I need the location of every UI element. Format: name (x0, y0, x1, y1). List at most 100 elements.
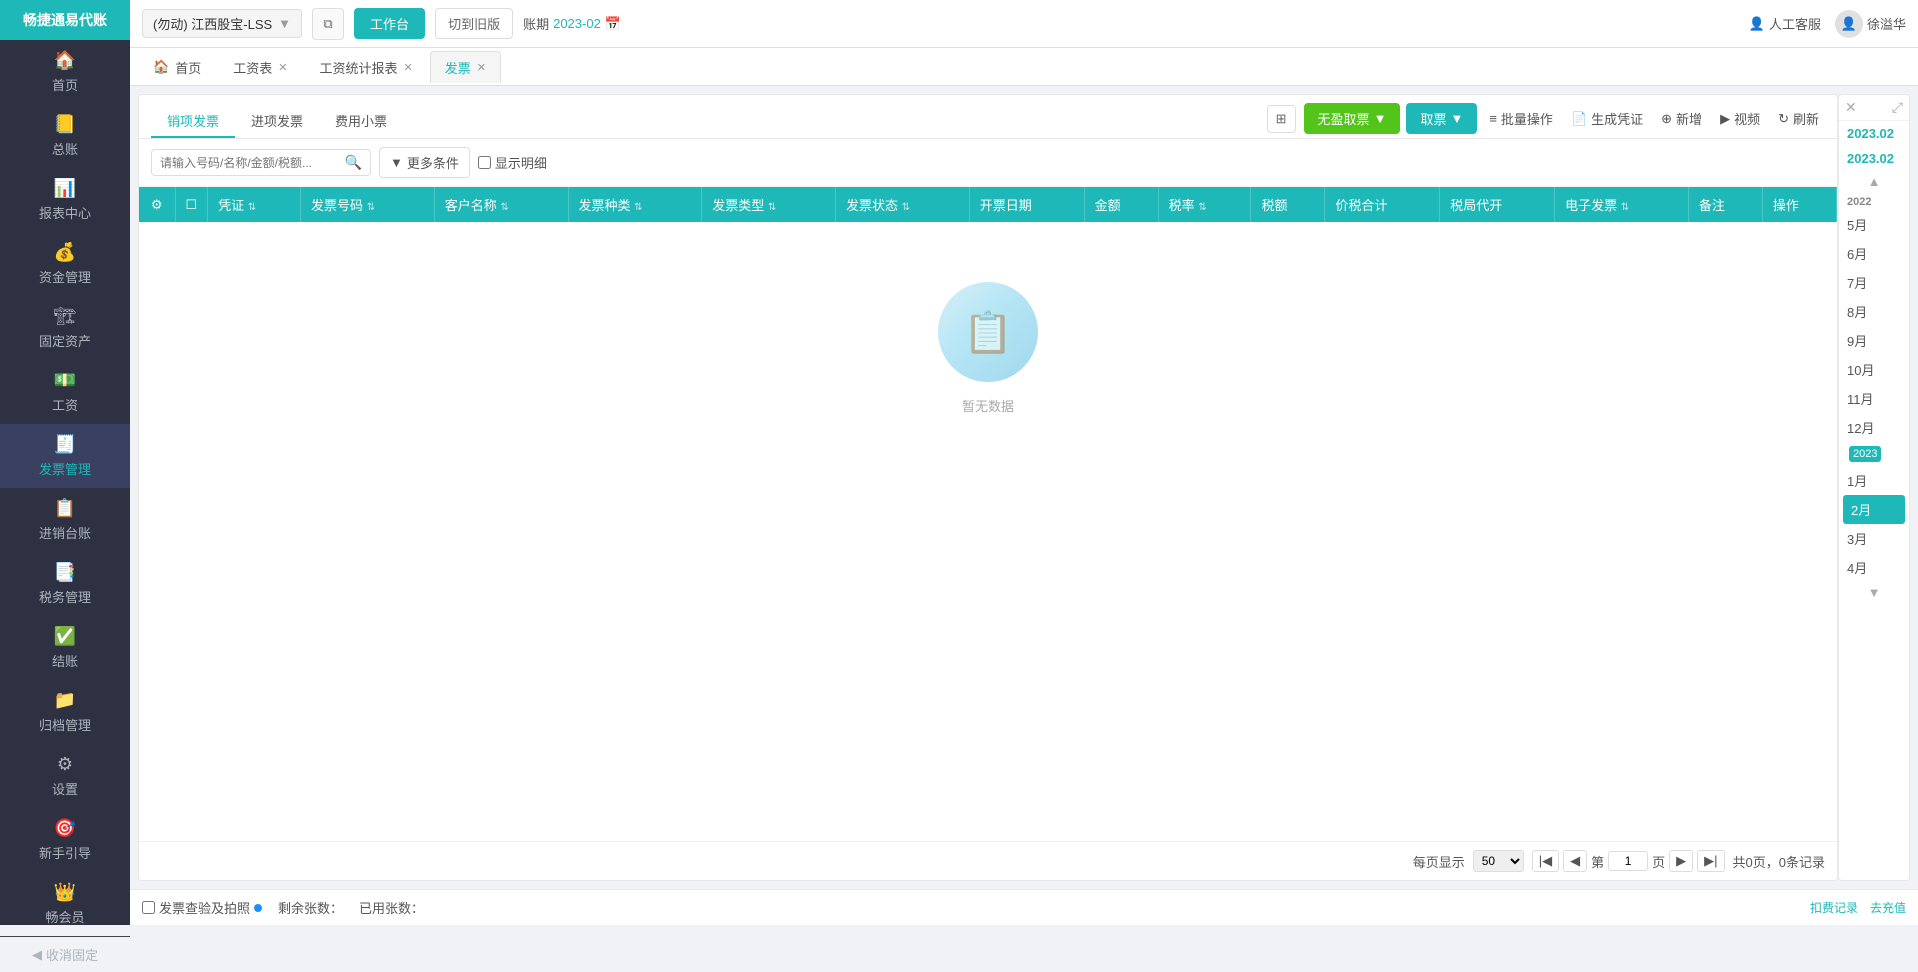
scroll-down-btn[interactable]: ▼ (1839, 582, 1909, 603)
prev-page-btn[interactable]: ◀ (1563, 850, 1587, 872)
verify-checkbox[interactable] (142, 901, 155, 914)
subtab-purchase[interactable]: 进项发票 (235, 105, 319, 138)
filter-btn[interactable]: ▼ 更多条件 (379, 147, 470, 178)
sidebar-item-payroll[interactable]: 💵 工资 (0, 360, 130, 424)
date-entry-2022-7[interactable]: 7月 (1839, 268, 1909, 297)
bottom-links: 扣费记录 去充值 (1810, 899, 1906, 916)
col-settings[interactable]: ⚙ (139, 187, 175, 222)
no-deduct-btn[interactable]: 无盈取票 ▼ (1304, 103, 1401, 134)
page-label: 第 (1591, 852, 1604, 871)
tab-home[interactable]: 🏠 首页 (138, 51, 216, 83)
sidebar-item-ledger[interactable]: 📒 总账 (0, 104, 130, 168)
month-label: 9月 (1847, 331, 1867, 350)
sidebar-item-close[interactable]: ✅ 结账 (0, 616, 130, 680)
sidebar-item-archive[interactable]: 📁 归档管理 (0, 680, 130, 744)
check-verify-item: 发票查验及拍照 (142, 898, 262, 917)
sidebar: 畅捷通易代账 🏠 首页 📒 总账 📊 报表中心 💰 资金管理 🏗 固定资产 💵 … (0, 0, 130, 925)
sidebar-item-reports[interactable]: 📊 报表中心 (0, 168, 130, 232)
date-entry-2023-2[interactable]: 2月 (1843, 495, 1905, 524)
col-invoice-type2[interactable]: 发票类型 ⇅ (702, 187, 836, 222)
filter-toolbar: 🔍 ▼ 更多条件 显示明细 (139, 139, 1837, 187)
date-entry-2023-4[interactable]: 4月 (1839, 553, 1909, 582)
col-tax-rate[interactable]: 税率 ⇅ (1158, 187, 1251, 222)
col-voucher[interactable]: 凭证 ⇅ (208, 187, 301, 222)
sidebar-item-guide[interactable]: 🎯 新手引导 (0, 808, 130, 872)
batch-op-label: 批量操作 (1501, 109, 1553, 128)
dropdown-arrow-icon: ▼ (1450, 111, 1463, 126)
col-invoice-status[interactable]: 发票状态 ⇅ (836, 187, 970, 222)
switch-btn[interactable]: 切到旧版 (435, 8, 513, 39)
tab-invoice[interactable]: 发票 ✕ (430, 51, 501, 83)
verify-label: 发票查验及拍照 (159, 898, 250, 917)
page-size-select[interactable]: 50 10 20 100 (1473, 850, 1524, 872)
batch-op-btn[interactable]: ≡ 批量操作 (1483, 104, 1559, 133)
tab-payroll-report[interactable]: 工资统计报表 ✕ (304, 51, 427, 83)
sidebar-item-home[interactable]: 🏠 首页 (0, 40, 130, 104)
date-entry-top2[interactable]: 2023.02 (1839, 146, 1909, 171)
tab-close-icon[interactable]: ✕ (403, 61, 412, 74)
search-input[interactable] (160, 156, 339, 170)
copy-icon: ⧉ (323, 16, 332, 32)
last-page-btn[interactable]: ▶| (1697, 850, 1724, 872)
take-ticket-btn[interactable]: 取票 ▼ (1406, 103, 1477, 134)
user-menu[interactable]: 👤 徐溢华 (1835, 10, 1906, 38)
refresh-btn[interactable]: ↻ 刷新 (1772, 104, 1825, 133)
tab-payroll[interactable]: 工资表 ✕ (218, 51, 302, 83)
sidebar-item-settings[interactable]: ⚙ 设置 (0, 744, 130, 808)
tab-close-icon[interactable]: ✕ (477, 61, 486, 74)
date-entry-2022-9[interactable]: 9月 (1839, 326, 1909, 355)
date-entry-2022-6[interactable]: 6月 (1839, 239, 1909, 268)
company-selector[interactable]: (勿动) 江西股宝-LSS ▼ (142, 9, 302, 38)
sidebar-item-label: 发票管理 (39, 459, 91, 478)
col-total: 价税合计 (1325, 187, 1440, 222)
col-checkbox[interactable]: ☐ (175, 187, 208, 222)
sidebar-item-assets[interactable]: 🏗 固定资产 (0, 296, 130, 360)
video-btn[interactable]: ▶ 视频 (1714, 104, 1766, 133)
tab-close-icon[interactable]: ✕ (278, 61, 287, 74)
date-entry-2022-8[interactable]: 8月 (1839, 297, 1909, 326)
fee-records-link[interactable]: 扣费记录 (1810, 899, 1858, 916)
date-entry-2022-11[interactable]: 11月 (1839, 384, 1909, 413)
col-electronic[interactable]: 电子发票 ⇅ (1555, 187, 1689, 222)
date-entry-2022-10[interactable]: 10月 (1839, 355, 1909, 384)
month-label: 1月 (1847, 471, 1867, 490)
page-size-label: 每页显示 (1413, 852, 1465, 871)
date-entry-2022-12[interactable]: 12月 (1839, 413, 1909, 442)
recharge-link[interactable]: 去充值 (1870, 899, 1906, 916)
show-detail-checkbox[interactable] (478, 156, 491, 169)
gen-voucher-label: 生成凭证 (1591, 109, 1643, 128)
sidebar-item-invoice[interactable]: 🧾 发票管理 (0, 424, 130, 488)
col-invoice-no[interactable]: 发票号码 ⇅ (301, 187, 435, 222)
used-label: 已用张数： (359, 898, 424, 917)
new-btn[interactable]: ⊕ 新增 (1655, 104, 1708, 133)
page-input[interactable] (1608, 851, 1648, 871)
date-panel-close-btn[interactable]: ✕ (1845, 99, 1857, 116)
date-panel-expand-btn[interactable]: ⤢ (1892, 99, 1903, 116)
grid-icon-btn[interactable]: ⊞ (1267, 105, 1296, 133)
date-entry-2023-3[interactable]: 3月 (1839, 524, 1909, 553)
show-detail-label[interactable]: 显示明细 (478, 153, 547, 172)
col-customer[interactable]: 客户名称 ⇅ (434, 187, 568, 222)
bottom-bar: 发票查验及拍照 剩余张数： 已用张数： 扣费记录 去充值 (130, 889, 1918, 925)
sidebar-item-sales[interactable]: 📋 进销台账 (0, 488, 130, 552)
subtab-expense[interactable]: 费用小票 (319, 105, 403, 138)
copy-btn[interactable]: ⧉ (312, 8, 344, 40)
col-invoice-type1[interactable]: 发票种类 ⇅ (568, 187, 702, 222)
first-page-btn[interactable]: |◀ (1532, 850, 1559, 872)
subtab-sales[interactable]: 销项发票 (151, 105, 235, 138)
period-label: 账期 (523, 14, 549, 33)
user-service-btn[interactable]: 👤 人工客服 (1749, 14, 1821, 33)
sidebar-collapse-btn[interactable]: ◀ 收消固定 (0, 936, 130, 972)
date-entry-2022-5[interactable]: 5月 (1839, 210, 1909, 239)
sidebar-item-tax[interactable]: 📑 税务管理 (0, 552, 130, 616)
col-tax-bureau: 税局代开 (1440, 187, 1555, 222)
date-entry-top1[interactable]: 2023.02 (1839, 121, 1909, 146)
gen-voucher-btn[interactable]: 📄 生成凭证 (1565, 104, 1649, 133)
sidebar-item-funds[interactable]: 💰 资金管理 (0, 232, 130, 296)
sidebar-item-member[interactable]: 👑 畅会员 (0, 872, 130, 936)
work-btn[interactable]: 工作台 (354, 8, 425, 39)
date-entry-2023-1[interactable]: 1月 (1839, 466, 1909, 495)
guide-icon: 🎯 (54, 818, 76, 839)
next-page-btn[interactable]: ▶ (1669, 850, 1693, 872)
scroll-up-btn[interactable]: ▲ (1839, 171, 1909, 192)
